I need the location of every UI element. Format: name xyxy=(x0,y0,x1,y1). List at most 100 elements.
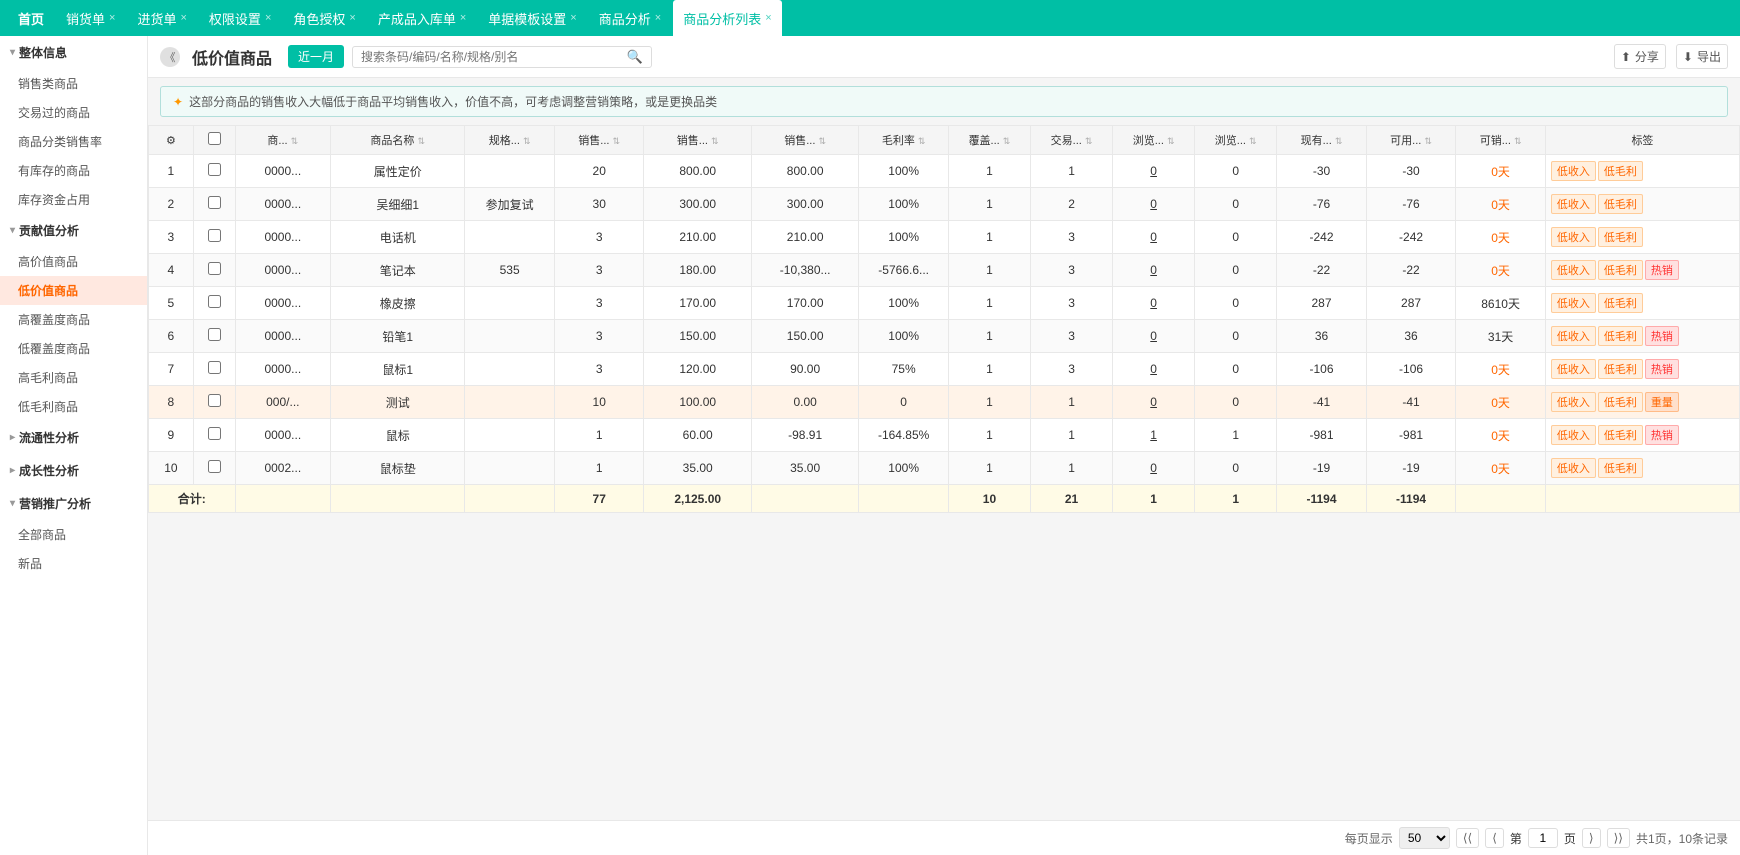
nav-template[interactable]: 单据模板设置 × xyxy=(478,0,586,36)
col-settings[interactable]: ⚙ xyxy=(149,126,194,155)
row-checkbox[interactable] xyxy=(208,196,221,209)
th-spec[interactable]: 规格... ⇅ xyxy=(465,126,555,155)
search-icon[interactable]: 🔍 xyxy=(627,49,643,65)
row-browse[interactable]: 0 xyxy=(1113,221,1195,254)
sidebar-item-high-coverage[interactable]: 高覆盖度商品 xyxy=(0,305,147,334)
sidebar-item-low-coverage[interactable]: 低覆盖度商品 xyxy=(0,334,147,363)
sidebar-group-marketing[interactable]: ▾营销推广分析 xyxy=(0,487,147,520)
sidebar-item-sales-goods[interactable]: 销售类商品 xyxy=(0,69,147,98)
th-code[interactable]: 商... ⇅ xyxy=(235,126,331,155)
row-coverage: 1 xyxy=(948,353,1030,386)
th-available-stock[interactable]: 可用... ⇅ xyxy=(1366,126,1456,155)
export-button[interactable]: ⬇ 导出 xyxy=(1676,44,1728,69)
close-icon[interactable]: × xyxy=(265,12,271,24)
collapse-sidebar-button[interactable]: 《 xyxy=(160,47,180,67)
row-browse[interactable]: 0 xyxy=(1113,188,1195,221)
row-checkbox-cell xyxy=(193,353,235,386)
nav-goods-analysis-list[interactable]: 商品分析列表 × xyxy=(673,0,781,36)
next-page-button[interactable]: ⟩ xyxy=(1582,828,1601,848)
nav-role[interactable]: 角色授权 × xyxy=(283,0,365,36)
sidebar-item-high-profit[interactable]: 高毛利商品 xyxy=(0,363,147,392)
row-browse[interactable]: 1 xyxy=(1113,419,1195,452)
nav-inbound[interactable]: 产成品入库单 × xyxy=(368,0,476,36)
th-trade[interactable]: 交易... ⇅ xyxy=(1031,126,1113,155)
th-name[interactable]: 商品名称 ⇅ xyxy=(331,126,465,155)
sidebar-item-traded-goods[interactable]: 交易过的商品 xyxy=(0,98,147,127)
close-icon[interactable]: × xyxy=(109,12,115,24)
sidebar-item-category-sales[interactable]: 商品分类销售率 xyxy=(0,127,147,156)
prev-page-button[interactable]: ⟨ xyxy=(1485,828,1504,848)
row-browse[interactable]: 0 xyxy=(1113,452,1195,485)
sidebar-item-low-profit[interactable]: 低毛利商品 xyxy=(0,392,147,421)
th-sellable-days[interactable]: 可销... ⇅ xyxy=(1456,126,1546,155)
nav-goods-analysis[interactable]: 商品分析 × xyxy=(589,0,671,36)
sidebar-item-all-goods[interactable]: 全部商品 xyxy=(0,520,147,549)
close-icon[interactable]: × xyxy=(349,12,355,24)
row-sales-profit: 35.00 xyxy=(751,452,858,485)
row-coverage: 1 xyxy=(948,419,1030,452)
row-sellable-days: 31天 xyxy=(1456,320,1546,353)
row-available-stock: -41 xyxy=(1366,386,1456,419)
close-icon[interactable]: × xyxy=(655,12,661,24)
page-size-select[interactable]: 50 100 200 xyxy=(1399,827,1450,849)
row-browse[interactable]: 0 xyxy=(1113,320,1195,353)
export-icon: ⬇ xyxy=(1683,50,1693,64)
sidebar-group-circulation[interactable]: ▸流通性分析 xyxy=(0,421,147,454)
row-checkbox[interactable] xyxy=(208,295,221,308)
col-select-all[interactable] xyxy=(193,126,235,155)
close-icon[interactable]: × xyxy=(765,12,771,24)
current-page-input[interactable] xyxy=(1528,828,1558,848)
sidebar-group-growth[interactable]: ▸成长性分析 xyxy=(0,454,147,487)
row-current-stock: 287 xyxy=(1277,287,1367,320)
th-sales-profit[interactable]: 销售... ⇅ xyxy=(751,126,858,155)
search-input[interactable] xyxy=(361,50,627,64)
sidebar-group-contribution[interactable]: ▾贡献值分析 xyxy=(0,214,147,247)
sidebar-group-overall[interactable]: ▾整体信息 xyxy=(0,36,147,69)
row-browse-conv: 0 xyxy=(1195,452,1277,485)
sidebar-item-inventory-fund[interactable]: 库存资金占用 xyxy=(0,185,147,214)
row-browse[interactable]: 0 xyxy=(1113,155,1195,188)
row-checkbox[interactable] xyxy=(208,262,221,275)
row-checkbox[interactable] xyxy=(208,460,221,473)
sidebar-item-stocked-goods[interactable]: 有库存的商品 xyxy=(0,156,147,185)
row-checkbox[interactable] xyxy=(208,427,221,440)
data-table: ⚙ 商... ⇅ 商品名称 ⇅ 规格... ⇅ 销售... ⇅ 销售... ⇅ … xyxy=(148,125,1740,513)
row-browse[interactable]: 0 xyxy=(1113,353,1195,386)
last-page-button[interactable]: ⟩⟩ xyxy=(1607,828,1630,848)
close-icon[interactable]: × xyxy=(180,12,186,24)
th-browse-conv[interactable]: 浏览... ⇅ xyxy=(1195,126,1277,155)
date-filter-button[interactable]: 近一月 xyxy=(288,45,344,68)
row-checkbox[interactable] xyxy=(208,361,221,374)
row-browse[interactable]: 0 xyxy=(1113,254,1195,287)
chevron-right-icon: ▸ xyxy=(10,465,15,476)
share-button[interactable]: ⬆ 分享 xyxy=(1614,44,1666,69)
nav-permission[interactable]: 权限设置 × xyxy=(199,0,281,36)
sidebar-item-new-goods[interactable]: 新品 xyxy=(0,549,147,578)
th-browse[interactable]: 浏览... ⇅ xyxy=(1113,126,1195,155)
row-browse[interactable]: 0 xyxy=(1113,287,1195,320)
th-gross-rate[interactable]: 毛利率 ⇅ xyxy=(859,126,949,155)
row-checkbox[interactable] xyxy=(208,163,221,176)
row-spec xyxy=(465,155,555,188)
nav-sales[interactable]: 销货单 × xyxy=(56,0,125,36)
sidebar-item-high-value[interactable]: 高价值商品 xyxy=(0,247,147,276)
select-all-checkbox[interactable] xyxy=(208,132,221,145)
nav-home[interactable]: 首页 xyxy=(8,0,54,36)
row-checkbox[interactable] xyxy=(208,328,221,341)
close-icon[interactable]: × xyxy=(460,12,466,24)
th-coverage[interactable]: 覆盖... ⇅ xyxy=(948,126,1030,155)
th-current-stock[interactable]: 现有... ⇅ xyxy=(1277,126,1367,155)
first-page-button[interactable]: ⟨⟨ xyxy=(1456,828,1479,848)
row-name: 吴细细1 xyxy=(331,188,465,221)
row-checkbox[interactable] xyxy=(208,229,221,242)
row-browse[interactable]: 0 xyxy=(1113,386,1195,419)
table-row: 30000...电话机3210.00210.00100%1300-242-242… xyxy=(149,221,1740,254)
row-sales-qty: 3 xyxy=(554,254,644,287)
nav-purchase[interactable]: 进货单 × xyxy=(127,0,196,36)
th-sales-qty[interactable]: 销售... ⇅ xyxy=(554,126,644,155)
row-gross-rate: 100% xyxy=(859,188,949,221)
close-icon[interactable]: × xyxy=(570,12,576,24)
row-checkbox[interactable] xyxy=(208,394,221,407)
sidebar-item-low-value[interactable]: 低价值商品 xyxy=(0,276,147,305)
th-sales-amt[interactable]: 销售... ⇅ xyxy=(644,126,751,155)
